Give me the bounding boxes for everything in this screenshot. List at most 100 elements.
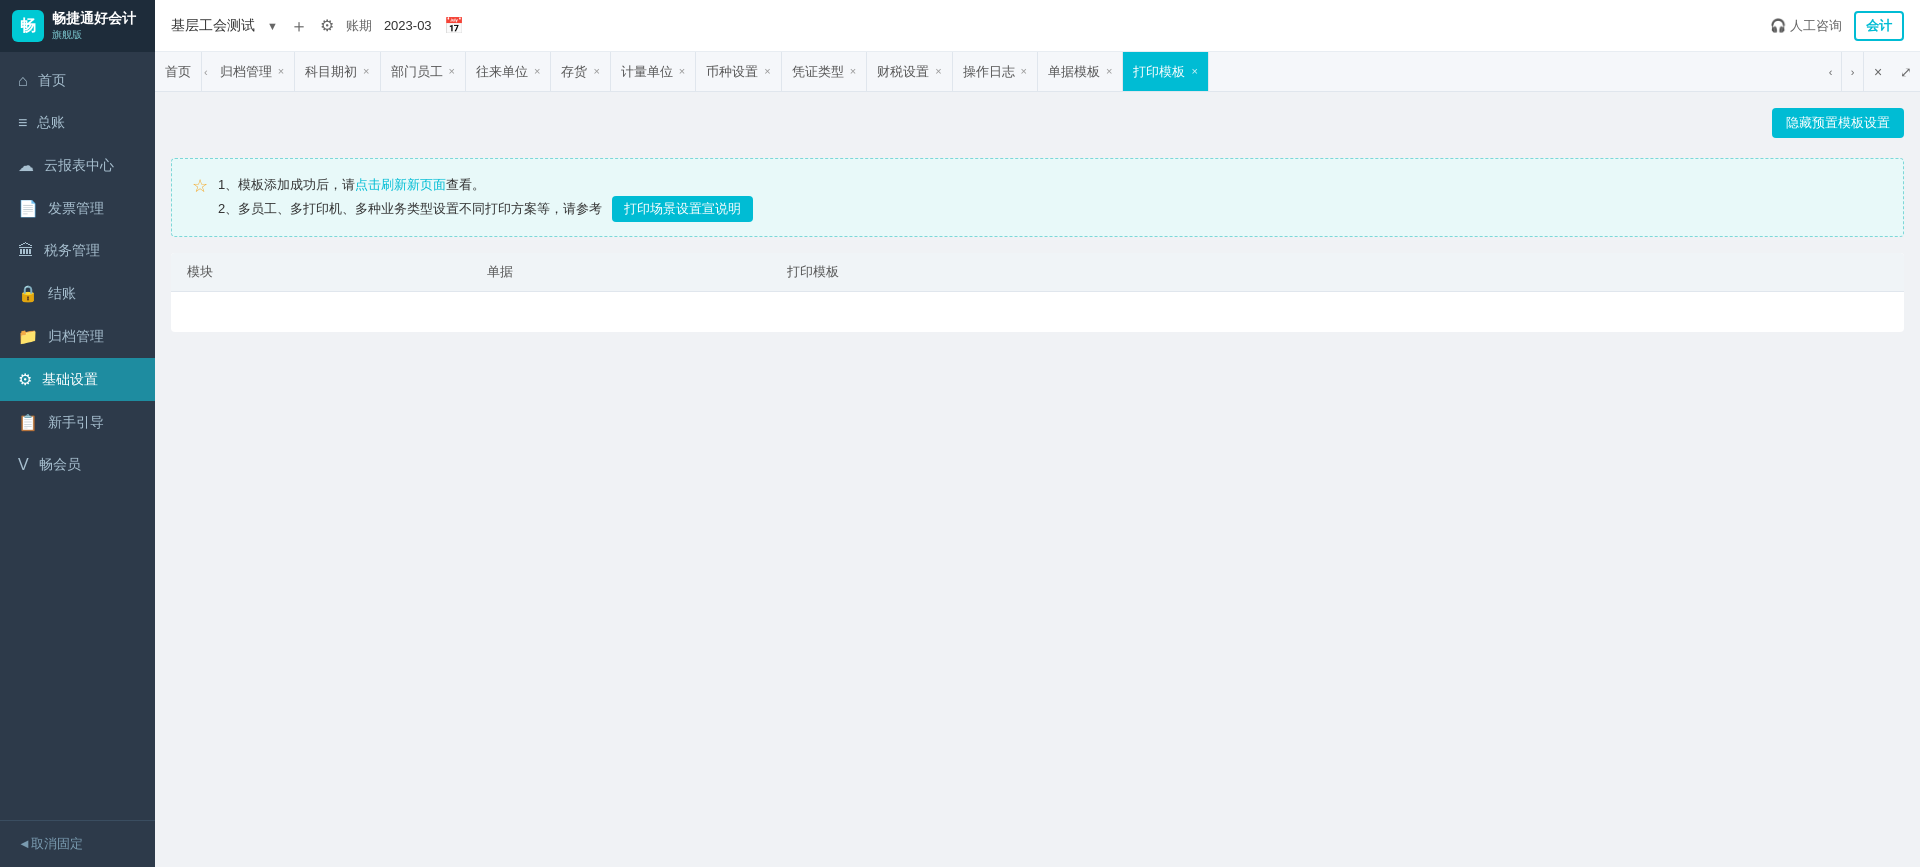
tab-tax-settings-label: 财税设置 bbox=[877, 63, 929, 81]
tab-home-label: 首页 bbox=[165, 63, 191, 81]
col-header-bill: 单据 bbox=[471, 253, 771, 291]
tab-scroll-right-button[interactable]: › bbox=[1842, 52, 1864, 92]
tab-voucher-type[interactable]: 凭证类型 × bbox=[782, 52, 867, 92]
sidebar-item-archive-label: 归档管理 bbox=[48, 328, 104, 346]
tab-nav-left-icon[interactable]: ‹ bbox=[202, 66, 210, 78]
content-area: 隐藏预置模板设置 ☆ 1、模板添加成功后，请点击刷新新页面查看。 2、多员工、多… bbox=[155, 92, 1920, 867]
tab-scroll-left-button[interactable]: ‹ bbox=[1820, 52, 1842, 92]
sidebar-item-archive[interactable]: 📁 归档管理 bbox=[0, 315, 155, 358]
notice-line-2: 2、多员工、多打印机、多种业务类型设置不同打印方案等，请参考 打印场景设置宣说明 bbox=[218, 196, 1883, 222]
tab-expand-button[interactable]: ⤢ bbox=[1892, 52, 1920, 92]
tab-currency[interactable]: 币种设置 × bbox=[696, 52, 781, 92]
tab-voucher-type-close[interactable]: × bbox=[850, 66, 856, 77]
tab-unit-measure-label: 计量单位 bbox=[621, 63, 673, 81]
tab-operation-log[interactable]: 操作日志 × bbox=[953, 52, 1038, 92]
tab-unit-measure[interactable]: 计量单位 × bbox=[611, 52, 696, 92]
customer-service-label: 人工咨询 bbox=[1790, 17, 1842, 35]
sidebar-footer-pin[interactable]: ◄取消固定 bbox=[0, 820, 155, 867]
tab-currency-close[interactable]: × bbox=[764, 66, 770, 77]
tab-tax-settings-close[interactable]: × bbox=[935, 66, 941, 77]
print-template-table: 模块 单据 打印模板 bbox=[171, 253, 1904, 332]
reports-icon: ☁ bbox=[18, 156, 34, 175]
sidebar-item-reports[interactable]: ☁ 云报表中心 bbox=[0, 144, 155, 187]
sidebar-item-invoice[interactable]: 📄 发票管理 bbox=[0, 187, 155, 230]
tab-print-template[interactable]: 打印模板 × bbox=[1123, 52, 1208, 92]
sidebar-item-basic-settings[interactable]: ⚙ 基础设置 bbox=[0, 358, 155, 401]
top-header: 基层工会测试 ▼ ＋ ⚙ 账期 2023-03 📅 🎧 人工咨询 会计 bbox=[155, 0, 1920, 52]
tab-operation-log-close[interactable]: × bbox=[1021, 66, 1027, 77]
sidebar-nav: ⌂ 首页 ≡ 总账 ☁ 云报表中心 📄 发票管理 🏛 税务管理 🔒 结账 📁 归… bbox=[0, 52, 155, 820]
tab-customer-supplier[interactable]: 往来单位 × bbox=[466, 52, 551, 92]
tab-customer-supplier-close[interactable]: × bbox=[534, 66, 540, 77]
tab-inventory-label: 存货 bbox=[561, 63, 587, 81]
logo-icon: 畅 bbox=[12, 10, 44, 42]
table-body-empty bbox=[171, 292, 1904, 332]
tab-subject-opening-label: 科目期初 bbox=[305, 63, 357, 81]
logo-title: 畅捷通好会计 bbox=[52, 10, 136, 28]
notice-line1-link[interactable]: 点击刷新新页面 bbox=[355, 177, 446, 192]
tax-icon: 🏛 bbox=[18, 242, 34, 260]
sidebar-item-member[interactable]: V 畅会员 bbox=[0, 444, 155, 486]
sidebar: 畅 畅捷通好会计 旗舰版 ⌂ 首页 ≡ 总账 ☁ 云报表中心 📄 发票管理 🏛 … bbox=[0, 0, 155, 867]
sidebar-item-guide[interactable]: 📋 新手引导 bbox=[0, 401, 155, 444]
sidebar-item-tax[interactable]: 🏛 税务管理 bbox=[0, 230, 155, 272]
logo-sub: 旗舰版 bbox=[52, 28, 136, 42]
sidebar-item-reports-label: 云报表中心 bbox=[44, 157, 114, 175]
tab-close-all-button[interactable]: × bbox=[1864, 52, 1892, 92]
period-label: 账期 bbox=[346, 17, 372, 35]
tab-tax-settings[interactable]: 财税设置 × bbox=[867, 52, 952, 92]
col-header-template: 打印模板 bbox=[771, 253, 1904, 291]
tab-inventory[interactable]: 存货 × bbox=[551, 52, 610, 92]
tab-subject-opening-close[interactable]: × bbox=[363, 66, 369, 77]
sidebar-item-invoice-label: 发票管理 bbox=[48, 200, 104, 218]
tab-bill-template-label: 单据模板 bbox=[1048, 63, 1100, 81]
tab-home[interactable]: 首页 bbox=[155, 52, 202, 92]
tab-department-employee[interactable]: 部门员工 × bbox=[381, 52, 466, 92]
hide-preset-template-button[interactable]: 隐藏预置模板设置 bbox=[1772, 108, 1904, 138]
tab-bill-template[interactable]: 单据模板 × bbox=[1038, 52, 1123, 92]
sidebar-item-home-label: 首页 bbox=[38, 72, 66, 90]
company-name: 基层工会测试 bbox=[171, 17, 255, 35]
sidebar-item-settlement-label: 结账 bbox=[48, 285, 76, 303]
tab-subject-opening[interactable]: 科目期初 × bbox=[295, 52, 380, 92]
tab-archive-management[interactable]: 归档管理 × bbox=[210, 52, 295, 92]
sidebar-item-general-ledger[interactable]: ≡ 总账 bbox=[0, 102, 155, 144]
tab-archive-management-label: 归档管理 bbox=[220, 63, 272, 81]
tab-operation-log-label: 操作日志 bbox=[963, 63, 1015, 81]
settings-gear-icon[interactable]: ⚙ bbox=[320, 16, 334, 35]
member-icon: V bbox=[18, 456, 29, 474]
notice-box: ☆ 1、模板添加成功后，请点击刷新新页面查看。 2、多员工、多打印机、多种业务类… bbox=[171, 158, 1904, 237]
tab-voucher-type-label: 凭证类型 bbox=[792, 63, 844, 81]
bulb-icon: ☆ bbox=[192, 175, 208, 197]
sidebar-item-guide-label: 新手引导 bbox=[48, 414, 104, 432]
ledger-icon: ≡ bbox=[18, 114, 27, 132]
tab-archive-management-close[interactable]: × bbox=[278, 66, 284, 77]
print-scene-btn[interactable]: 打印场景设置宣说明 bbox=[612, 196, 753, 222]
main-area: 基层工会测试 ▼ ＋ ⚙ 账期 2023-03 📅 🎧 人工咨询 会计 首页 ‹… bbox=[155, 0, 1920, 867]
tab-department-employee-close[interactable]: × bbox=[449, 66, 455, 77]
sidebar-item-basic-settings-label: 基础设置 bbox=[42, 371, 98, 389]
notice-line-1: 1、模板添加成功后，请点击刷新新页面查看。 bbox=[218, 173, 1883, 196]
tab-customer-supplier-label: 往来单位 bbox=[476, 63, 528, 81]
calendar-icon[interactable]: 📅 bbox=[444, 16, 464, 35]
tab-inventory-close[interactable]: × bbox=[593, 66, 599, 77]
customer-service-button[interactable]: 🎧 人工咨询 bbox=[1770, 17, 1842, 35]
add-tab-button[interactable]: ＋ bbox=[290, 17, 308, 35]
tab-bill-template-close[interactable]: × bbox=[1106, 66, 1112, 77]
sidebar-item-home[interactable]: ⌂ 首页 bbox=[0, 60, 155, 102]
archive-icon: 📁 bbox=[18, 327, 38, 346]
company-dropdown-icon[interactable]: ▼ bbox=[267, 20, 278, 32]
table-header: 模块 单据 打印模板 bbox=[171, 253, 1904, 292]
tab-print-template-close[interactable]: × bbox=[1191, 66, 1197, 77]
tab-unit-measure-close[interactable]: × bbox=[679, 66, 685, 77]
tab-bar: 首页 ‹ 归档管理 × 科目期初 × 部门员工 × 往来单位 × 存货 × 计量… bbox=[155, 52, 1920, 92]
sidebar-item-tax-label: 税务管理 bbox=[44, 242, 100, 260]
tab-currency-label: 币种设置 bbox=[706, 63, 758, 81]
top-action-area: 隐藏预置模板设置 bbox=[171, 108, 1904, 150]
invoice-icon: 📄 bbox=[18, 199, 38, 218]
kuaiji-button[interactable]: 会计 bbox=[1854, 11, 1904, 41]
header-right: 🎧 人工咨询 会计 bbox=[1770, 11, 1904, 41]
logo-text: 畅捷通好会计 旗舰版 bbox=[52, 10, 136, 42]
sidebar-item-settlement[interactable]: 🔒 结账 bbox=[0, 272, 155, 315]
col-header-module: 模块 bbox=[171, 253, 471, 291]
